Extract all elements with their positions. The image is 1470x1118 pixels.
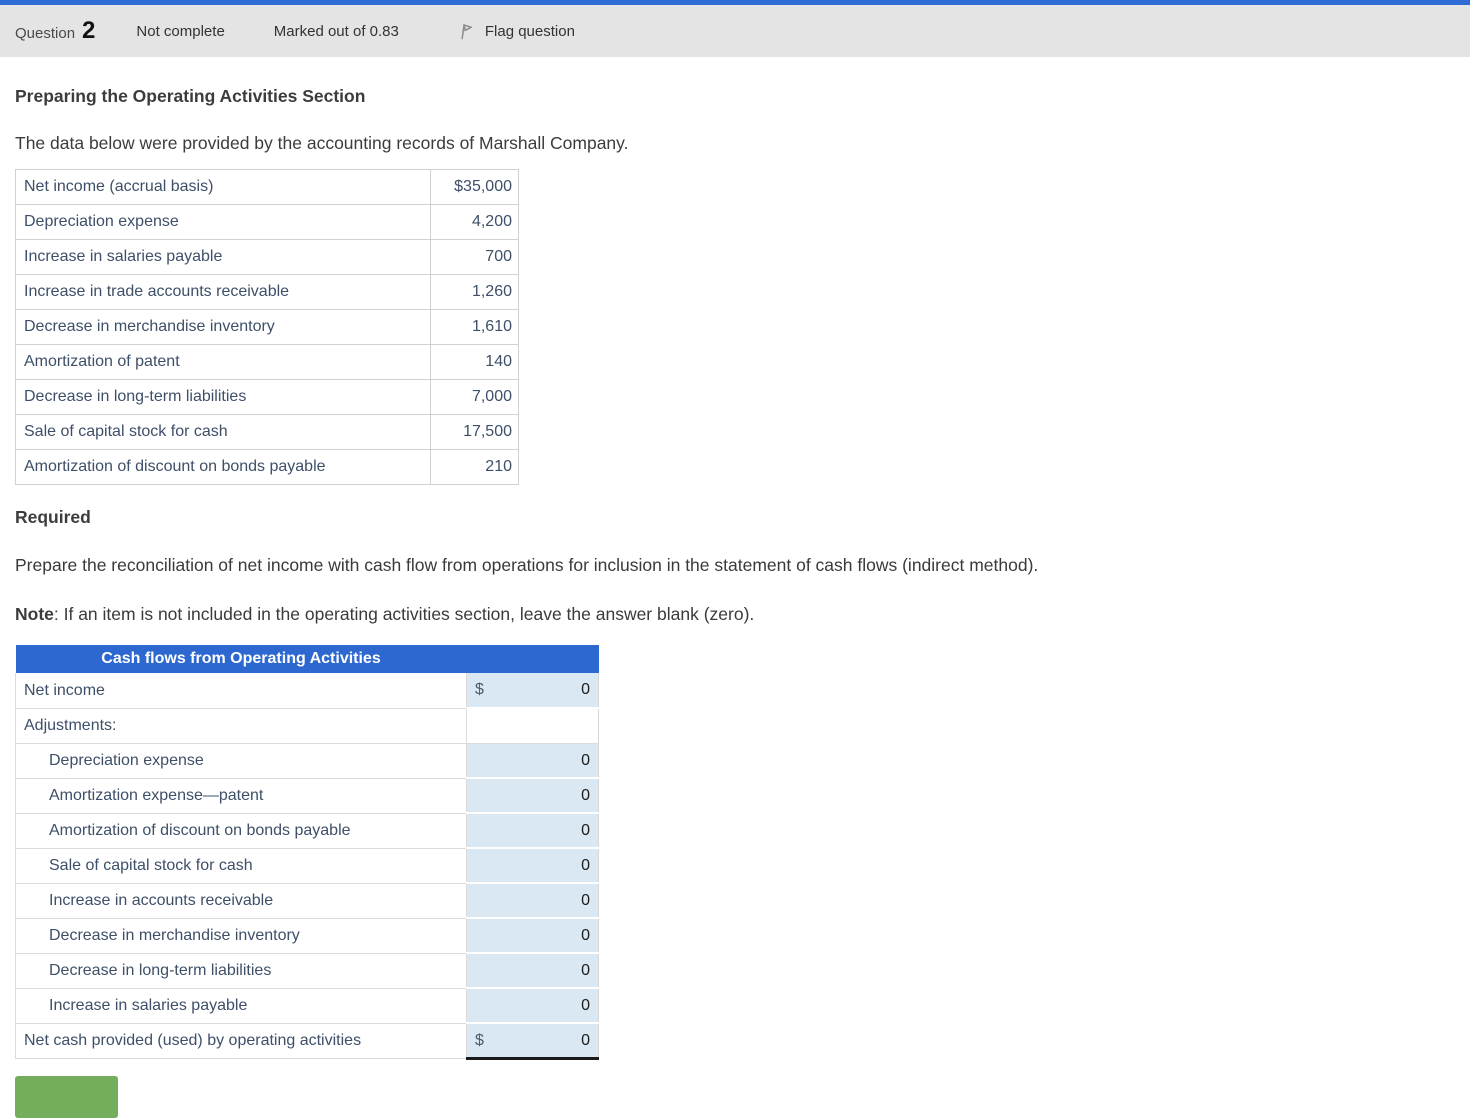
increase-accounts-receivable-input[interactable]: 0 <box>466 883 599 920</box>
currency-symbol: $ <box>475 681 484 699</box>
required-heading: Required <box>15 506 91 527</box>
question-body: Preparing the Operating Activities Secti… <box>0 86 1470 1118</box>
answer-row-label: Increase in accounts receivable <box>15 883 467 919</box>
question-number: 2 <box>82 17 96 44</box>
data-value: 17,500 <box>430 413 519 450</box>
depreciation-expense-input[interactable]: 0 <box>466 743 599 780</box>
table-row: Depreciation expense 4,200 <box>15 203 519 240</box>
data-label: Amortization of patent <box>15 343 431 380</box>
answer-table-title: Cash flows from Operating Activities <box>15 645 599 674</box>
table-row: Decrease in merchandise inventory 1,610 <box>15 308 519 345</box>
increase-salaries-payable-input[interactable]: 0 <box>466 988 599 1025</box>
answer-row: Sale of capital stock for cash 0 <box>15 848 599 885</box>
data-label: Depreciation expense <box>15 203 431 240</box>
currency-symbol: $ <box>475 1031 484 1049</box>
answer-row: Depreciation expense 0 <box>15 743 599 780</box>
answer-row-label: Sale of capital stock for cash <box>15 848 467 884</box>
answer-row: Increase in salaries payable 0 <box>15 988 599 1025</box>
adjustments-spacer-cell <box>466 708 599 744</box>
question-grade: Marked out of 0.83 <box>273 22 399 40</box>
table-row: Increase in trade accounts receivable 1,… <box>15 273 519 310</box>
table-row: Amortization of patent 140 <box>15 343 519 380</box>
table-row: Increase in salaries payable 700 <box>15 238 519 275</box>
data-label: Sale of capital stock for cash <box>15 413 431 450</box>
data-table: Net income (accrual basis) $35,000 Depre… <box>15 168 519 485</box>
answer-row: Adjustments: <box>15 708 599 744</box>
input-value: 0 <box>581 891 590 909</box>
sale-capital-stock-input[interactable]: 0 <box>466 848 599 885</box>
data-value: 4,200 <box>430 203 519 240</box>
page-title: Preparing the Operating Activities Secti… <box>15 86 366 106</box>
data-value: $35,000 <box>430 168 519 205</box>
decrease-long-term-liabilities-input[interactable]: 0 <box>466 953 599 990</box>
answer-row-label: Increase in salaries payable <box>15 988 467 1024</box>
question-status: Not complete <box>136 22 225 40</box>
net-income-input[interactable]: $ 0 <box>466 673 599 710</box>
answer-row-label: Net income <box>15 673 467 709</box>
input-value: 0 <box>581 821 590 839</box>
input-value: 0 <box>581 926 590 944</box>
input-value: 0 <box>581 856 590 874</box>
answer-row: Decrease in merchandise inventory 0 <box>15 918 599 955</box>
input-value: 0 <box>581 961 590 979</box>
data-value: 210 <box>430 448 519 485</box>
required-text: Prepare the reconciliation of net income… <box>15 554 1039 575</box>
decrease-merchandise-inventory-input[interactable]: 0 <box>466 918 599 955</box>
answer-row-label: Adjustments: <box>15 708 467 744</box>
answer-row-label: Decrease in merchandise inventory <box>15 918 467 954</box>
data-label: Increase in trade accounts receivable <box>15 273 431 310</box>
answer-row-label: Decrease in long-term liabilities <box>15 953 467 989</box>
answer-row: Amortization expense—patent 0 <box>15 778 599 815</box>
data-value: 700 <box>430 238 519 275</box>
table-row: Net income (accrual basis) $35,000 <box>15 168 519 205</box>
net-cash-operating-input[interactable]: $ 0 <box>466 1022 599 1060</box>
answer-table-header-row: Cash flows from Operating Activities <box>15 645 599 674</box>
answer-row: Net income $ 0 <box>15 673 599 710</box>
data-value: 140 <box>430 343 519 380</box>
input-value: 0 <box>581 786 590 804</box>
flag-icon <box>457 22 476 41</box>
answer-row-label: Amortization expense—patent <box>15 778 467 814</box>
intro-text: The data below were provided by the acco… <box>15 133 629 153</box>
answer-row: Decrease in long-term liabilities 0 <box>15 953 599 990</box>
answer-row-label: Amortization of discount on bonds payabl… <box>15 813 467 849</box>
question-header: Question 2 Not complete Marked out of 0.… <box>0 5 1470 57</box>
data-value: 1,610 <box>430 308 519 345</box>
input-value: 0 <box>581 1031 590 1049</box>
flag-question-link[interactable]: Flag question <box>457 22 575 41</box>
answer-row-label: Net cash provided (used) by operating ac… <box>15 1023 467 1059</box>
question-id: Question 2 <box>15 19 95 43</box>
input-value: 0 <box>581 996 590 1014</box>
data-label: Decrease in long-term liabilities <box>15 378 431 415</box>
input-value: 0 <box>581 681 590 699</box>
data-label: Decrease in merchandise inventory <box>15 308 431 345</box>
answer-row-label: Depreciation expense <box>15 743 467 779</box>
data-label: Net income (accrual basis) <box>15 168 431 205</box>
amortization-patent-input[interactable]: 0 <box>466 778 599 815</box>
note-label: Note <box>15 603 54 624</box>
check-button[interactable] <box>15 1075 118 1118</box>
table-row: Sale of capital stock for cash 17,500 <box>15 413 519 450</box>
answer-row: Net cash provided (used) by operating ac… <box>15 1022 599 1060</box>
note-rest: : If an item is not included in the oper… <box>53 603 755 624</box>
flag-question-label: Flag question <box>484 22 575 40</box>
input-value: 0 <box>581 751 590 769</box>
question-label: Question <box>15 25 76 42</box>
data-label: Increase in salaries payable <box>15 238 431 275</box>
table-row: Decrease in long-term liabilities 7,000 <box>15 378 519 415</box>
data-label: Amortization of discount on bonds payabl… <box>15 448 431 485</box>
note-text: Note: If an item is not included in the … <box>15 603 1455 626</box>
answer-row: Amortization of discount on bonds payabl… <box>15 813 599 850</box>
table-row: Amortization of discount on bonds payabl… <box>15 448 519 485</box>
amortization-discount-input[interactable]: 0 <box>466 813 599 850</box>
answer-row: Increase in accounts receivable 0 <box>15 883 599 920</box>
data-value: 7,000 <box>430 378 519 415</box>
data-value: 1,260 <box>430 273 519 310</box>
answer-table: Cash flows from Operating Activities Net… <box>15 645 599 1060</box>
